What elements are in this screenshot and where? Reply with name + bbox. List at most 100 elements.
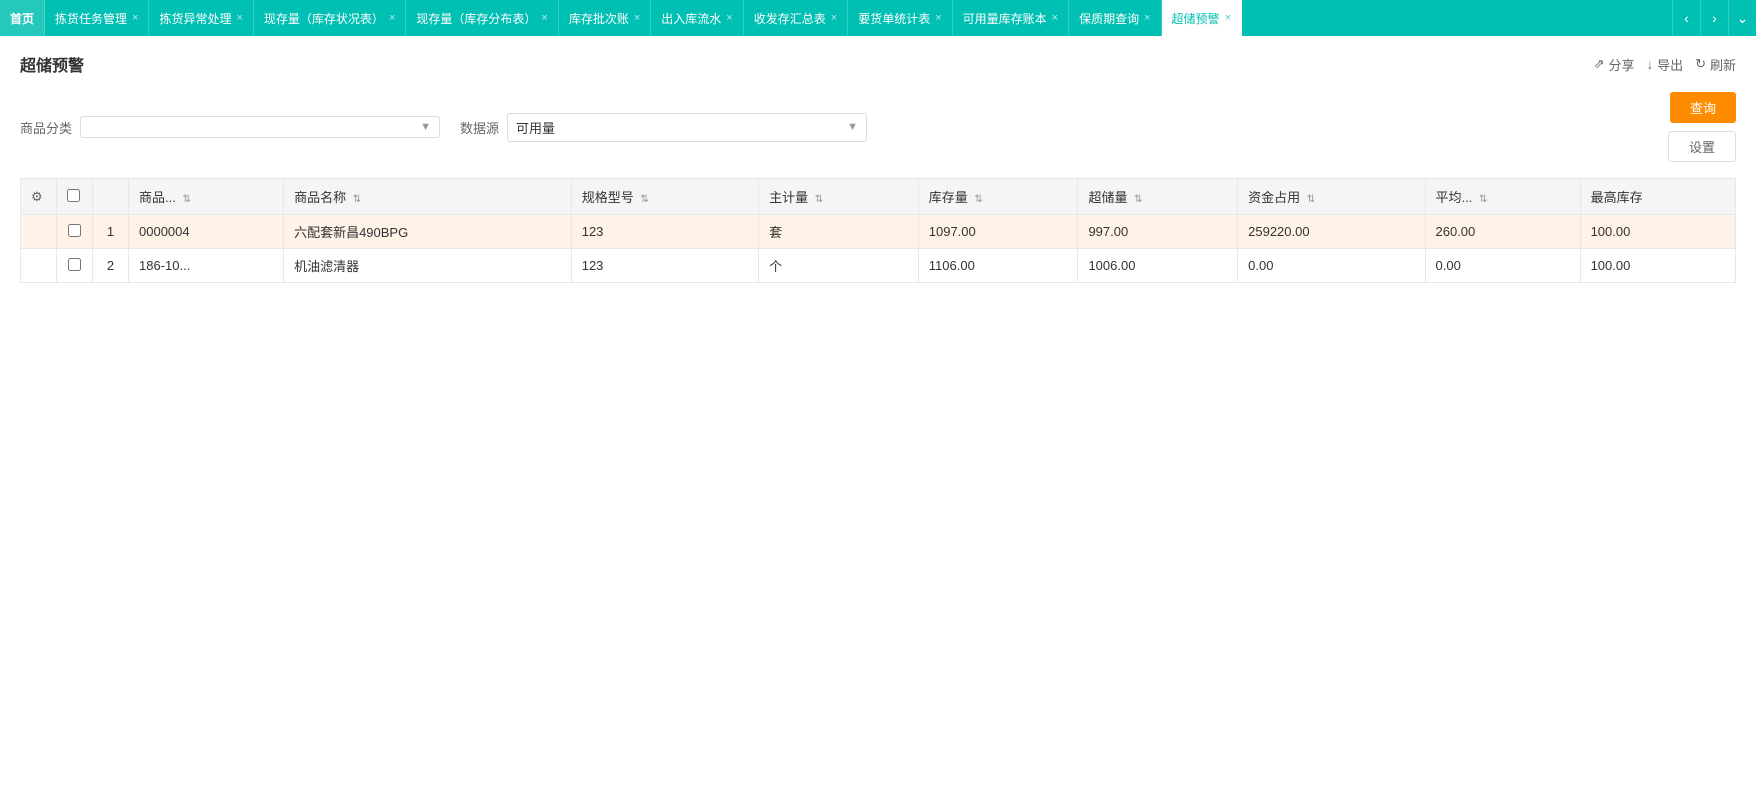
refresh-button[interactable]: ↻ 刷新: [1695, 55, 1736, 74]
nav-close-2[interactable]: ×: [389, 12, 395, 24]
data-table: 商品... ⇅ 商品名称 ⇅ 规格型号 ⇅ 主计量 ⇅ 库存量 ⇅: [20, 178, 1736, 283]
nav-close-6[interactable]: ×: [831, 12, 837, 24]
row-checkbox-0[interactable]: [68, 224, 81, 237]
sort-avg-icon: ⇅: [1479, 194, 1487, 205]
th-gear[interactable]: [21, 179, 57, 215]
table-header-row: 商品... ⇅ 商品名称 ⇅ 规格型号 ⇅ 主计量 ⇅ 库存量 ⇅: [21, 179, 1736, 215]
nav-close-8[interactable]: ×: [1052, 12, 1058, 24]
table-row: 2 186-10... 机油滤清器 123 个 1106.00 1006.00 …: [21, 249, 1736, 283]
nav-tab-6[interactable]: 收发存汇总表 ×: [744, 0, 848, 36]
th-checkbox[interactable]: [57, 179, 93, 215]
product-category-select[interactable]: ▼: [80, 116, 440, 138]
th-stock[interactable]: 库存量 ⇅: [918, 179, 1078, 215]
nav-tab-8[interactable]: 可用量库存账本 ×: [953, 0, 1069, 36]
th-product-name[interactable]: 商品名称 ⇅: [284, 179, 572, 215]
nav-close-9[interactable]: ×: [1144, 12, 1150, 24]
share-icon: ⇗: [1594, 56, 1605, 72]
data-source-label: 数据源: [460, 118, 499, 137]
th-unit[interactable]: 主计量 ⇅: [759, 179, 919, 215]
row-max-stock: 100.00: [1580, 249, 1735, 283]
row-capital: 0.00: [1238, 249, 1425, 283]
nav-tab-10[interactable]: 超储预警 ×: [1162, 0, 1242, 36]
settings-button[interactable]: 设置: [1668, 131, 1736, 162]
row-unit: 套: [759, 215, 919, 249]
product-category-label: 商品分类: [20, 118, 72, 137]
nav-close-10[interactable]: ×: [1225, 12, 1231, 24]
query-button[interactable]: 查询: [1670, 92, 1736, 123]
th-max-stock[interactable]: 最高库存: [1580, 179, 1735, 215]
select-all-checkbox[interactable]: [67, 189, 80, 202]
row-avg: 260.00: [1425, 215, 1580, 249]
product-category-group: 商品分类 ▼: [20, 116, 440, 138]
sort-product-name-icon: ⇅: [353, 194, 361, 205]
row-stock: 1097.00: [918, 215, 1078, 249]
top-nav: 首页 拣货任务管理 × 拣货异常处理 × 现存量（库存状况表） × 现存量（库存…: [0, 0, 1756, 36]
nav-prev-btn[interactable]: ‹: [1672, 0, 1700, 36]
sort-product-code-icon: ⇅: [182, 194, 190, 205]
nav-arrows: ‹ › ⌄: [1672, 0, 1756, 36]
th-avg[interactable]: 平均... ⇅: [1425, 179, 1580, 215]
row-capital: 259220.00: [1238, 215, 1425, 249]
sort-capital-icon: ⇅: [1307, 194, 1315, 205]
data-source-arrow-icon: ▼: [847, 121, 858, 133]
product-category-arrow-icon: ▼: [420, 121, 431, 133]
row-spec: 123: [571, 249, 758, 283]
nav-next-btn[interactable]: ›: [1700, 0, 1728, 36]
nav-close-0[interactable]: ×: [132, 12, 138, 24]
nav-menu-btn[interactable]: ⌄: [1728, 0, 1756, 36]
nav-tab-7[interactable]: 要货单统计表 ×: [848, 0, 952, 36]
row-product-code: 0000004: [129, 215, 284, 249]
nav-home[interactable]: 首页: [0, 0, 45, 36]
row-unit: 个: [759, 249, 919, 283]
nav-close-3[interactable]: ×: [541, 12, 547, 24]
sort-unit-icon: ⇅: [815, 194, 823, 205]
row-checkbox-cell[interactable]: [57, 249, 93, 283]
page-header: 超储预警 ⇗ 分享 ↓ 导出 ↻ 刷新: [20, 52, 1736, 76]
nav-tab-9[interactable]: 保质期查询 ×: [1069, 0, 1161, 36]
row-index: 1: [93, 215, 129, 249]
nav-close-4[interactable]: ×: [634, 12, 640, 24]
export-button[interactable]: ↓ 导出: [1647, 55, 1684, 74]
nav-tab-1[interactable]: 拣货异常处理 ×: [149, 0, 253, 36]
sort-stock-icon: ⇅: [974, 194, 982, 205]
row-product-name: 机油滤清器: [284, 249, 572, 283]
row-gear-cell: [21, 249, 57, 283]
nav-tab-4[interactable]: 库存批次账 ×: [559, 0, 651, 36]
page-content: 超储预警 ⇗ 分享 ↓ 导出 ↻ 刷新 商品分类 ▼ 数据源: [0, 36, 1756, 800]
th-capital[interactable]: 资金占用 ⇅: [1238, 179, 1425, 215]
filter-actions: 查询 设置: [1668, 92, 1736, 162]
sort-spec-icon: ⇅: [640, 194, 648, 205]
nav-tab-2[interactable]: 现存量（库存状况表） ×: [254, 0, 406, 36]
row-overstock: 997.00: [1078, 215, 1238, 249]
row-index: 2: [93, 249, 129, 283]
nav-close-1[interactable]: ×: [236, 12, 242, 24]
data-source-value: 可用量: [516, 118, 555, 137]
page-title: 超储预警: [20, 52, 84, 76]
row-product-name: 六配套新昌490BPG: [284, 215, 572, 249]
refresh-icon: ↻: [1695, 56, 1706, 72]
data-source-group: 数据源 可用量 ▼: [460, 113, 867, 142]
share-button[interactable]: ⇗ 分享: [1594, 55, 1635, 74]
data-source-select[interactable]: 可用量 ▼: [507, 113, 867, 142]
nav-close-5[interactable]: ×: [726, 12, 732, 24]
nav-close-7[interactable]: ×: [935, 12, 941, 24]
table-row: 1 0000004 六配套新昌490BPG 123 套 1097.00 997.…: [21, 215, 1736, 249]
sort-overstock-icon: ⇅: [1134, 194, 1142, 205]
row-overstock: 1006.00: [1078, 249, 1238, 283]
nav-tab-3[interactable]: 现存量（库存分布表） ×: [406, 0, 558, 36]
nav-tab-5[interactable]: 出入库流水 ×: [651, 0, 743, 36]
row-gear-cell: [21, 215, 57, 249]
th-index: [93, 179, 129, 215]
row-max-stock: 100.00: [1580, 215, 1735, 249]
nav-tab-0[interactable]: 拣货任务管理 ×: [45, 0, 149, 36]
th-product-code[interactable]: 商品... ⇅: [129, 179, 284, 215]
row-checkbox-cell[interactable]: [57, 215, 93, 249]
row-checkbox-1[interactable]: [68, 258, 81, 271]
th-spec[interactable]: 规格型号 ⇅: [571, 179, 758, 215]
th-overstock[interactable]: 超储量 ⇅: [1078, 179, 1238, 215]
gear-icon: [31, 189, 43, 204]
row-avg: 0.00: [1425, 249, 1580, 283]
filter-row: 商品分类 ▼ 数据源 可用量 ▼ 查询 设置: [20, 92, 1736, 162]
row-spec: 123: [571, 215, 758, 249]
header-actions: ⇗ 分享 ↓ 导出 ↻ 刷新: [1594, 55, 1736, 74]
